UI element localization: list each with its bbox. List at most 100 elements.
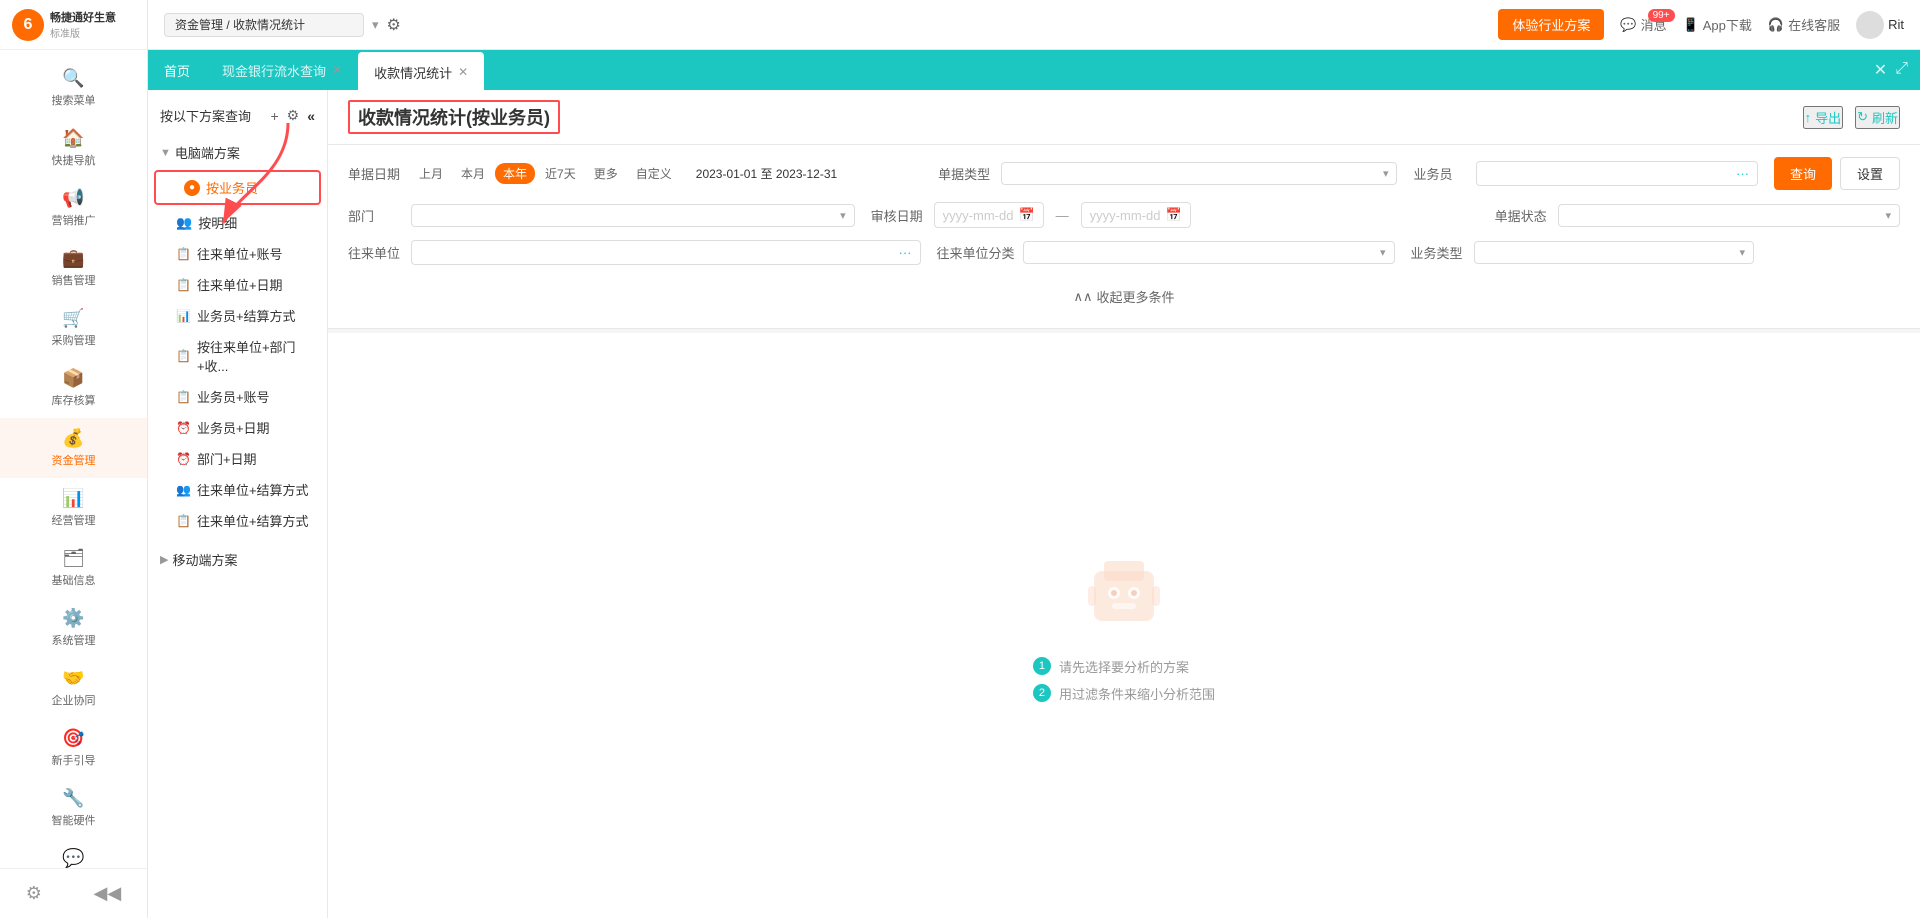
tree-item-dept-date[interactable]: ⏰ 部门+日期 bbox=[148, 443, 327, 474]
refresh-btn[interactable]: ↻ 刷新 bbox=[1855, 106, 1900, 129]
tree-desktop-parent[interactable]: ▼ 电脑端方案 bbox=[148, 137, 327, 168]
message-btn[interactable]: 💬 消息 99+ bbox=[1620, 15, 1666, 34]
tree-item-partner-account[interactable]: 📋 往来单位+账号 bbox=[148, 238, 327, 269]
top-header: ▾ ⚙ 体验行业方案 💬 消息 99+ 📱 App下载 🎧 在线客服 bbox=[148, 0, 1920, 50]
sidebar-item-quick-nav[interactable]: 🏠快捷导航 bbox=[0, 118, 147, 178]
review-date-end-placeholder: yyyy-mm-dd bbox=[1090, 208, 1161, 223]
breadcrumb-input[interactable] bbox=[164, 13, 364, 37]
sidebar-item-wechat[interactable]: 💬企业微信 bbox=[0, 838, 147, 868]
date-label: 单据日期 bbox=[348, 164, 403, 183]
tree-item-partner-settlement2[interactable]: 📋 往来单位+结算方式 bbox=[148, 505, 327, 536]
tree-item-partner-date[interactable]: 📋 往来单位+日期 bbox=[148, 269, 327, 300]
marketing-icon: 📢 bbox=[62, 188, 84, 209]
salesperson-more-btn[interactable]: ··· bbox=[1736, 166, 1749, 181]
settings-header-icon[interactable]: ⚙ bbox=[387, 15, 401, 35]
partner-more-btn[interactable]: ··· bbox=[899, 245, 912, 260]
receipt-stats-tab-label: 收款情况统计 bbox=[374, 63, 452, 82]
tree-item-salesperson-account[interactable]: 📋 业务员+账号 bbox=[148, 381, 327, 412]
dropdown-arrow-icon[interactable]: ▾ bbox=[372, 17, 379, 33]
date-tab-more[interactable]: 更多 bbox=[586, 163, 626, 184]
partner-dept-receipt-icon: 📋 bbox=[176, 349, 191, 363]
tree-item-partner-settlement1[interactable]: 👥 往来单位+结算方式 bbox=[148, 474, 327, 505]
partner-category-arrow-icon: ▾ bbox=[1380, 246, 1386, 259]
sidebar-item-sales[interactable]: 💼销售管理 bbox=[0, 238, 147, 298]
export-btn[interactable]: ↑ 导出 bbox=[1803, 106, 1844, 129]
settings-btn[interactable]: 设置 bbox=[1840, 157, 1900, 190]
voucher-status-select[interactable]: ▾ bbox=[1558, 204, 1900, 227]
calendar-start-icon[interactable]: 📅 bbox=[1018, 207, 1034, 223]
logo-icon: 6 bbox=[12, 9, 44, 41]
app-download-btn[interactable]: 📱 App下载 bbox=[1683, 15, 1752, 34]
date-tab-7days[interactable]: 近7天 bbox=[537, 163, 584, 184]
tree-item-salesperson-settlement-label: 业务员+结算方式 bbox=[197, 306, 296, 325]
salesperson-input-wrapper: ··· bbox=[1476, 161, 1758, 186]
date-tab-last-month[interactable]: 上月 bbox=[411, 163, 451, 184]
logo-text-group: 畅捷通好生意 标准版 bbox=[50, 9, 116, 40]
trial-btn[interactable]: 体验行业方案 bbox=[1498, 9, 1604, 40]
user-avatar-btn[interactable]: Rit bbox=[1856, 11, 1904, 39]
business-type-select[interactable]: ▾ bbox=[1474, 241, 1755, 264]
tree-item-by-detail[interactable]: 👥 按明细 bbox=[148, 207, 327, 238]
voucher-status-arrow-icon: ▾ bbox=[1885, 209, 1891, 222]
business-type-field: 业务类型 ▾ bbox=[1411, 241, 1755, 264]
logo-area: 6 畅捷通好生意 标准版 bbox=[0, 0, 147, 50]
search-icon: 🔍 bbox=[62, 68, 84, 89]
sidebar-item-marketing[interactable]: 📢营销推广 bbox=[0, 178, 147, 238]
date-tab-this-month[interactable]: 本月 bbox=[453, 163, 493, 184]
close-window-btn[interactable]: ✕ bbox=[1874, 60, 1887, 80]
tab-home[interactable]: 首页 bbox=[148, 50, 206, 90]
sidebar-item-system[interactable]: ⚙️系统管理 bbox=[0, 598, 147, 658]
online-service-btn[interactable]: 🎧 在线客服 bbox=[1768, 15, 1840, 34]
sidebar-item-inventory[interactable]: 📦库存核算 bbox=[0, 358, 147, 418]
sidebar-item-basic[interactable]: 🗂基础信息 bbox=[0, 538, 147, 598]
scheme-settings-btn[interactable]: ⚙ bbox=[287, 107, 300, 124]
sidebar-item-purchase[interactable]: 🛒采购管理 bbox=[0, 298, 147, 358]
tree-item-dept-date-label: 部门+日期 bbox=[197, 449, 257, 468]
date-tab-this-year[interactable]: 本年 bbox=[495, 163, 535, 184]
date-tab-custom[interactable]: 自定义 bbox=[628, 163, 680, 184]
empty-steps: 1 请先选择要分析的方案 2 用过滤条件来缩小分析范围 bbox=[1033, 657, 1215, 711]
voucher-type-select[interactable]: ▾ bbox=[1001, 162, 1397, 185]
review-date-end[interactable]: yyyy-mm-dd 📅 bbox=[1081, 202, 1191, 228]
sidebar-item-guide[interactable]: 🎯新手引导 bbox=[0, 718, 147, 778]
active-scheme-icon: ● bbox=[184, 180, 200, 196]
tree-mobile-parent[interactable]: ▶ 移动端方案 bbox=[148, 544, 327, 575]
tab-bank-flow[interactable]: 现金银行流水查询 ✕ bbox=[206, 50, 358, 90]
sidebar-item-operation[interactable]: 📊经营管理 bbox=[0, 478, 147, 538]
query-btn[interactable]: 查询 bbox=[1774, 157, 1832, 190]
department-label: 部门 bbox=[348, 206, 403, 225]
department-select[interactable]: ▾ bbox=[411, 204, 855, 227]
partner-label: 往来单位 bbox=[348, 243, 403, 262]
tree-item-salesperson-settlement[interactable]: 📊 业务员+结算方式 bbox=[148, 300, 327, 331]
tree-item-by-salesperson[interactable]: ● 按业务员 bbox=[156, 172, 319, 203]
guide-label: 新手引导 bbox=[52, 752, 96, 768]
receipt-stats-tab-close[interactable]: ✕ bbox=[458, 65, 468, 79]
review-date-start[interactable]: yyyy-mm-dd 📅 bbox=[934, 202, 1044, 228]
add-scheme-btn[interactable]: + bbox=[270, 108, 278, 124]
voucher-type-field: 单据类型 ▾ bbox=[938, 162, 1397, 185]
sidebar-item-finance[interactable]: 💰资金管理 bbox=[0, 418, 147, 478]
bank-flow-tab-label: 现金银行流水查询 bbox=[222, 61, 326, 80]
system-label: 系统管理 bbox=[52, 632, 96, 648]
settings-bottom-icon[interactable]: ⚙ bbox=[20, 877, 48, 910]
sidebar-item-hardware[interactable]: 🔧智能硬件 bbox=[0, 778, 147, 838]
tab-receipt-stats[interactable]: 收款情况统计 ✕ bbox=[358, 52, 484, 92]
partner-category-select[interactable]: ▾ bbox=[1023, 241, 1395, 264]
collapse-sidebar-icon[interactable]: ◀◀ bbox=[88, 877, 128, 910]
voucher-status-field: 单据状态 ▾ bbox=[1495, 204, 1900, 227]
tree-item-partner-dept-receipt[interactable]: 📋 按往来单位+部门+收... bbox=[148, 331, 327, 381]
sidebar-item-enterprise[interactable]: 🤝企业协同 bbox=[0, 658, 147, 718]
sales-icon: 💼 bbox=[62, 248, 84, 269]
partner-input[interactable] bbox=[420, 245, 899, 260]
salesperson-account-icon: 📋 bbox=[176, 390, 191, 404]
header-left: ▾ ⚙ bbox=[164, 13, 401, 37]
salesperson-input[interactable] bbox=[1485, 166, 1732, 181]
calendar-end-icon[interactable]: 📅 bbox=[1165, 207, 1181, 223]
tree-item-salesperson-date[interactable]: ⏰ 业务员+日期 bbox=[148, 412, 327, 443]
maximize-window-btn[interactable]: ⤢ bbox=[1895, 60, 1908, 80]
collapse-panel-btn[interactable]: « bbox=[307, 108, 315, 124]
sidebar-item-search[interactable]: 🔍搜索菜单 bbox=[0, 58, 147, 118]
bank-flow-tab-close[interactable]: ✕ bbox=[332, 63, 342, 77]
partner-date-icon: 📋 bbox=[176, 278, 191, 292]
collapse-bar[interactable]: ∧∧ 收起更多条件 bbox=[348, 277, 1900, 316]
